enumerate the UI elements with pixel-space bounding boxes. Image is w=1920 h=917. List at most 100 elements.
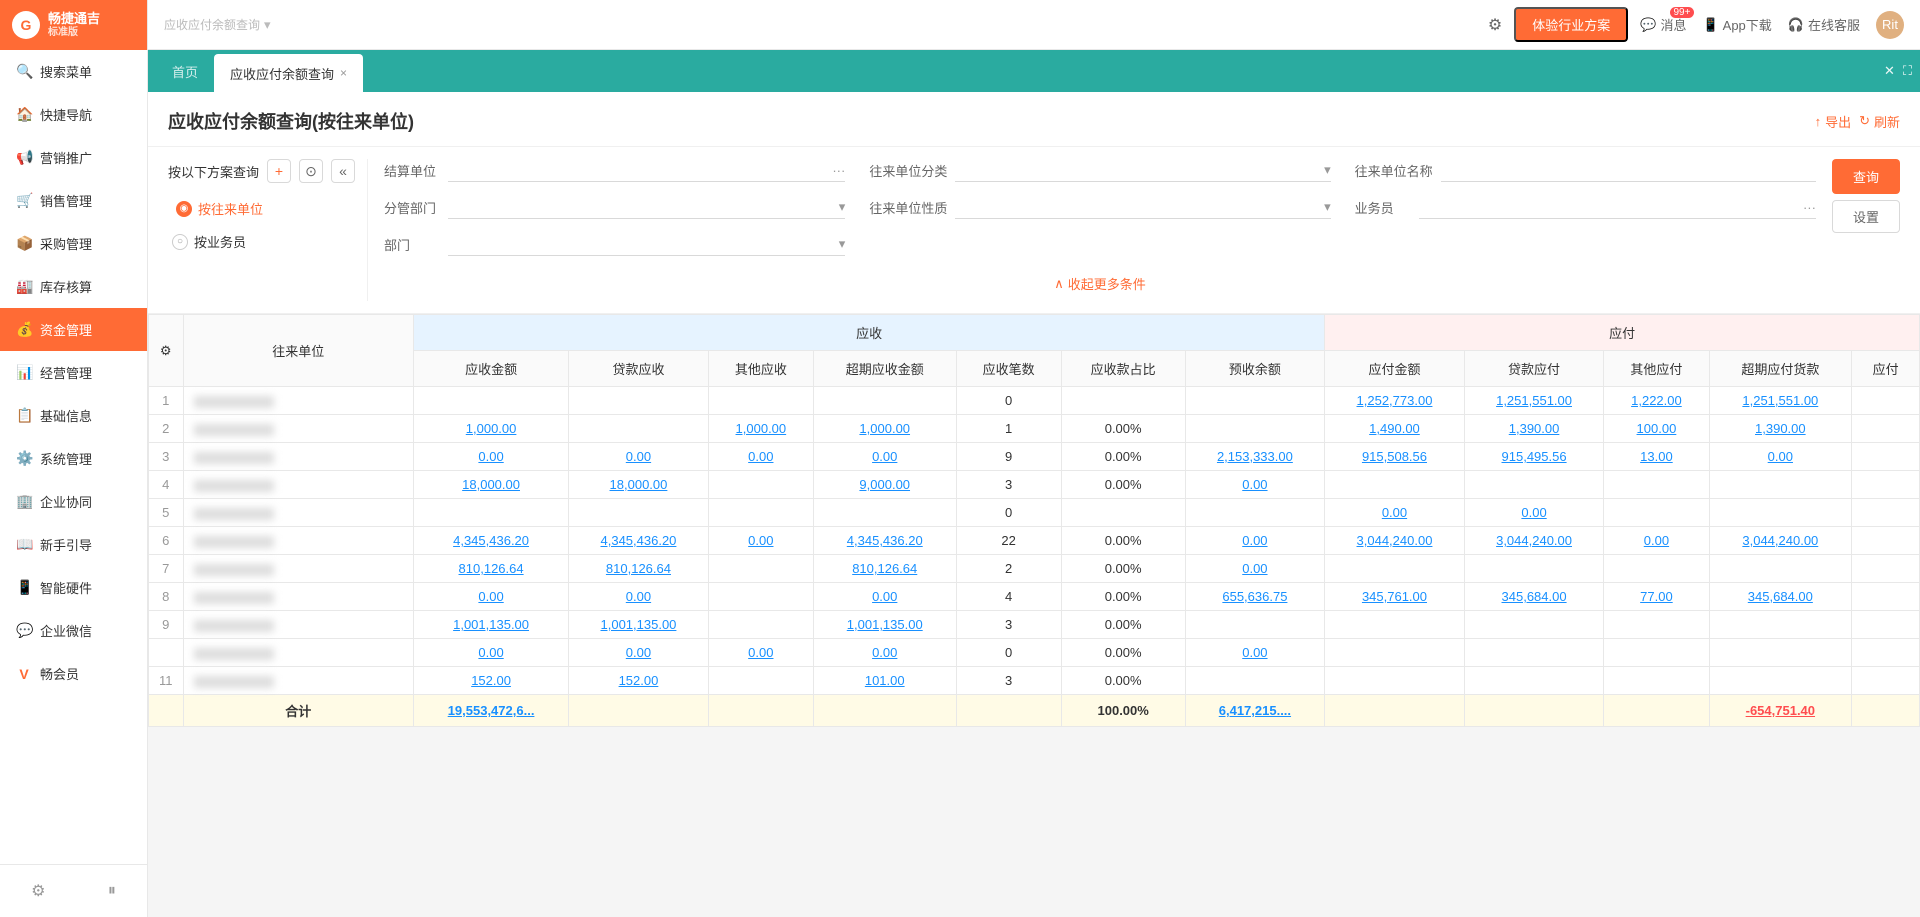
cell-ap_other[interactable]: 77.00: [1604, 583, 1709, 611]
cell-ap_overdue[interactable]: 3,044,240.00: [1709, 527, 1852, 555]
messages-action[interactable]: 💬 消息 99+: [1640, 15, 1686, 34]
app-download-action[interactable]: 📱 App下载: [1702, 15, 1771, 34]
sidebar-item-system[interactable]: ⚙️ 系统管理: [0, 437, 147, 480]
cell-ar_overdue[interactable]: 1,001,135.00: [813, 611, 956, 639]
cell-ar_amount[interactable]: 1,000.00: [413, 415, 568, 443]
total-ar-prepay[interactable]: 6,417,215....: [1185, 695, 1325, 727]
cell-ar_overdue[interactable]: 1,000.00: [813, 415, 956, 443]
cell-ar_amount[interactable]: 152.00: [413, 667, 568, 695]
cell-ap_loan[interactable]: 915,495.56: [1464, 443, 1604, 471]
refresh-button[interactable]: ↻ 刷新: [1859, 112, 1900, 131]
cell-ar_loan[interactable]: 4,345,436.20: [569, 527, 709, 555]
cell-ap_amount[interactable]: 0.00: [1325, 499, 1465, 527]
cell-ar_prepay[interactable]: 0.00: [1185, 639, 1325, 667]
cell-ar_other[interactable]: 1,000.00: [708, 415, 813, 443]
cell-ar_prepay[interactable]: 0.00: [1185, 471, 1325, 499]
sidebar-item-member[interactable]: V 畅会员: [0, 652, 147, 695]
sidebar-item-hardware[interactable]: 📱 智能硬件: [0, 566, 147, 609]
cell-ar_loan[interactable]: 18,000.00: [569, 471, 709, 499]
settings-button[interactable]: 设置: [1832, 200, 1900, 233]
tab-close-button[interactable]: ✕: [1884, 63, 1895, 79]
cell-ar_loan[interactable]: 810,126.64: [569, 555, 709, 583]
sidebar-item-inventory[interactable]: 🏭 库存核算: [0, 265, 147, 308]
cell-ar_loan[interactable]: 0.00: [569, 443, 709, 471]
cell-ar_overdue[interactable]: 0.00: [813, 443, 956, 471]
cell-ap_overdue[interactable]: 1,390.00: [1709, 415, 1852, 443]
cell-ap_amount[interactable]: 3,044,240.00: [1325, 527, 1465, 555]
export-button[interactable]: ↑ 导出: [1815, 112, 1852, 131]
cell-ar_other[interactable]: 0.00: [708, 443, 813, 471]
cell-ar_amount[interactable]: 4,345,436.20: [413, 527, 568, 555]
total-ap-overdue[interactable]: -654,751.40: [1709, 695, 1852, 727]
cell-ap_loan[interactable]: 1,251,551.00: [1464, 387, 1604, 415]
cell-ap_amount[interactable]: 1,252,773.00: [1325, 387, 1465, 415]
cell-ap_amount[interactable]: 1,490.00: [1325, 415, 1465, 443]
cell-ar_other[interactable]: 0.00: [708, 527, 813, 555]
add-scheme-button[interactable]: +: [267, 159, 291, 183]
sidebar-item-guide[interactable]: 📖 新手引导: [0, 523, 147, 566]
cell-ap_other[interactable]: 1,222.00: [1604, 387, 1709, 415]
cell-ar_amount[interactable]: 18,000.00: [413, 471, 568, 499]
cell-ap_loan[interactable]: 3,044,240.00: [1464, 527, 1604, 555]
field-dept-select[interactable]: ▾: [448, 196, 845, 219]
user-avatar-action[interactable]: Rit: [1876, 11, 1904, 39]
cell-ap_amount[interactable]: 345,761.00: [1325, 583, 1465, 611]
cell-ap_overdue[interactable]: 345,684.00: [1709, 583, 1852, 611]
cell-ar_loan[interactable]: 0.00: [569, 639, 709, 667]
cell-ap_other[interactable]: 13.00: [1604, 443, 1709, 471]
cell-ar_amount[interactable]: 1,001,135.00: [413, 611, 568, 639]
cell-ap_other[interactable]: 100.00: [1604, 415, 1709, 443]
cell-ar_other[interactable]: 0.00: [708, 639, 813, 667]
sidebar-item-purchase[interactable]: 📦 采购管理: [0, 222, 147, 265]
settings-gear-icon[interactable]: ⚙: [1488, 15, 1502, 35]
cell-ar_overdue[interactable]: 0.00: [813, 639, 956, 667]
cell-ap_loan[interactable]: 345,684.00: [1464, 583, 1604, 611]
tab-close-icon[interactable]: ×: [340, 66, 347, 80]
cell-ap_other[interactable]: 0.00: [1604, 527, 1709, 555]
cell-ar_overdue[interactable]: 101.00: [813, 667, 956, 695]
sidebar-item-operations[interactable]: 📊 经营管理: [0, 351, 147, 394]
cell-ar_loan[interactable]: 152.00: [569, 667, 709, 695]
cell-ap_overdue[interactable]: 0.00: [1709, 443, 1852, 471]
cell-ar_amount[interactable]: 0.00: [413, 443, 568, 471]
field-department-select[interactable]: ▾: [448, 233, 845, 256]
cell-ar_loan[interactable]: 1,001,135.00: [569, 611, 709, 639]
cell-ap_overdue[interactable]: 1,251,551.00: [1709, 387, 1852, 415]
cell-ar_amount[interactable]: 0.00: [413, 639, 568, 667]
online-service-action[interactable]: 🎧 在线客服: [1788, 15, 1860, 34]
sidebar-bottom-settings[interactable]: ⚙: [23, 873, 53, 909]
field-staff-input[interactable]: ···: [1419, 197, 1816, 219]
subnav-by-company[interactable]: ◉ 按往来单位: [168, 195, 355, 222]
tab-home[interactable]: 首页: [156, 54, 214, 89]
scheme-collapse-button[interactable]: «: [331, 159, 355, 183]
scheme-settings-button[interactable]: ⊙: [299, 159, 323, 183]
th-settings-icon[interactable]: ⚙: [149, 315, 184, 387]
cell-ar_amount[interactable]: 810,126.64: [413, 555, 568, 583]
cell-ar_prepay[interactable]: 0.00: [1185, 527, 1325, 555]
sidebar-item-sales[interactable]: 🛒 销售管理: [0, 179, 147, 222]
field-settlement-input[interactable]: ···: [448, 160, 845, 182]
cell-ar_prepay[interactable]: 655,636.75: [1185, 583, 1325, 611]
more-conditions-button[interactable]: ∧ 收起更多条件: [384, 266, 1816, 301]
sidebar-item-quick-nav[interactable]: 🏠 快捷导航: [0, 93, 147, 136]
promo-button[interactable]: 体验行业方案: [1514, 7, 1628, 42]
field-nature-select[interactable]: ▾: [955, 196, 1330, 219]
cell-ar_loan[interactable]: 0.00: [569, 583, 709, 611]
cell-ap_loan[interactable]: 1,390.00: [1464, 415, 1604, 443]
cell-ar_overdue[interactable]: 9,000.00: [813, 471, 956, 499]
dropdown-icon[interactable]: ▾: [264, 17, 271, 33]
field-category-select[interactable]: ▾: [955, 159, 1330, 182]
total-ar-amount[interactable]: 19,553,472,6...: [413, 695, 568, 727]
cell-ar_overdue[interactable]: 0.00: [813, 583, 956, 611]
tab-ar-query[interactable]: 应收应付余额查询 ×: [214, 54, 363, 92]
sidebar-bottom-collapse[interactable]: ⏸: [100, 873, 124, 909]
cell-ar_overdue[interactable]: 810,126.64: [813, 555, 956, 583]
cell-ar_amount[interactable]: 0.00: [413, 583, 568, 611]
sidebar-item-marketing[interactable]: 📢 营销推广: [0, 136, 147, 179]
cell-ap_loan[interactable]: 0.00: [1464, 499, 1604, 527]
tab-expand-button[interactable]: ⛶: [1903, 63, 1912, 79]
cell-ap_amount[interactable]: 915,508.56: [1325, 443, 1465, 471]
sidebar-item-enterprise[interactable]: 🏢 企业协同: [0, 480, 147, 523]
cell-ar_prepay[interactable]: 2,153,333.00: [1185, 443, 1325, 471]
cell-ar_overdue[interactable]: 4,345,436.20: [813, 527, 956, 555]
